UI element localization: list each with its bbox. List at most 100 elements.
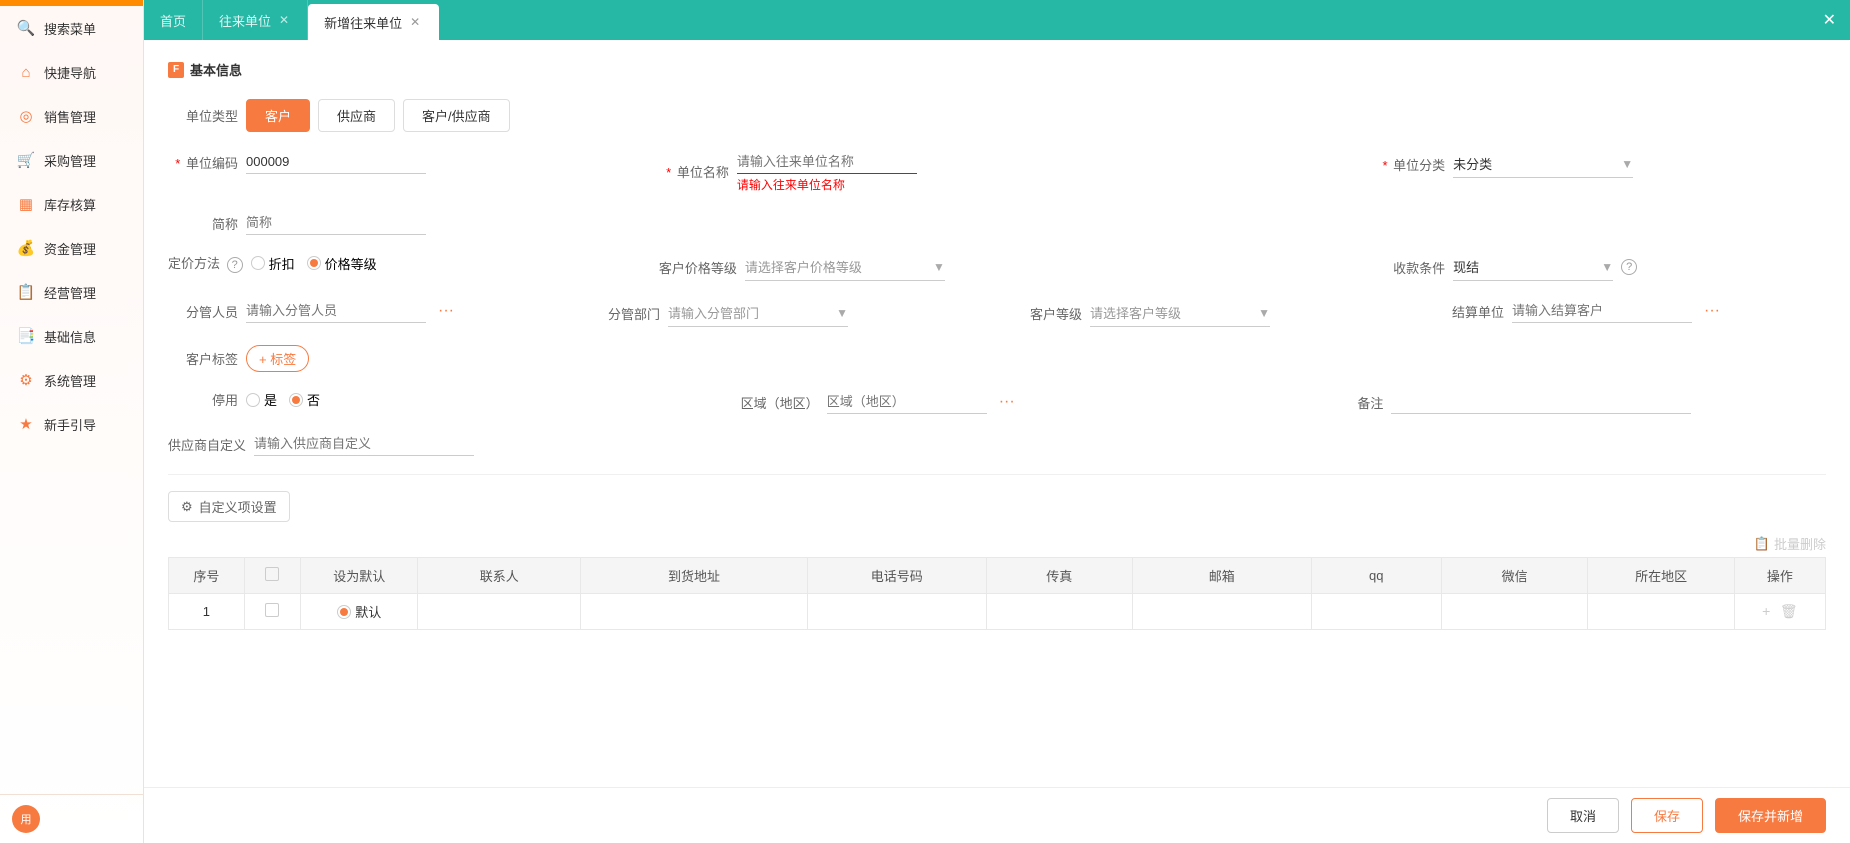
save-new-label: 保存并新增 [1738, 809, 1803, 824]
tab-home[interactable]: 首页 [144, 0, 203, 40]
manager-label: 分管人员 [168, 302, 238, 321]
radio-price-level[interactable]: 价格等级 [307, 254, 377, 273]
payment-condition-select[interactable]: 现结 ▼ [1453, 253, 1613, 281]
short-name-label: 简称 [168, 214, 238, 233]
row-region-input[interactable] [1626, 604, 1696, 619]
add-tag-button[interactable]: + 标签 [246, 345, 309, 372]
radio-inner-price-level [310, 259, 318, 267]
customer-tag-field: 客户标签 + 标签 [168, 345, 1826, 372]
sidebar-item-system[interactable]: ⚙ 系统管理 [0, 358, 143, 402]
sidebar-item-guide[interactable]: ★ 新手引导 [0, 402, 143, 446]
sidebar-item-sales[interactable]: ◎ 销售管理 [0, 94, 143, 138]
remark-input[interactable] [1391, 390, 1691, 414]
department-label: 分管部门 [590, 304, 660, 323]
type-btn-supplier[interactable]: 供应商 [318, 99, 395, 132]
wechat-input[interactable] [1480, 604, 1550, 619]
table-header-1 [244, 558, 300, 594]
unit-category-select[interactable]: 未分类 ▼ [1453, 150, 1633, 178]
type-btn-both[interactable]: 客户/供应商 [403, 99, 510, 132]
payment-help-icon[interactable]: ? [1621, 259, 1637, 275]
row-checkbox[interactable] [265, 603, 279, 617]
type-btn-customer[interactable]: 客户 [246, 99, 310, 132]
email-input[interactable] [1177, 604, 1267, 619]
unit-code-label: * 单位编码 [168, 153, 238, 172]
unit-name-input[interactable] [737, 150, 917, 174]
tab-partner[interactable]: 往来单位 ✕ [203, 0, 308, 40]
table-body: 1 默认 [169, 594, 1826, 630]
region-input[interactable] [827, 390, 987, 414]
settlement-unit-input[interactable] [1512, 299, 1692, 323]
header-checkbox[interactable] [265, 567, 279, 581]
save-new-button[interactable]: 保存并新增 [1715, 798, 1826, 833]
sidebar-item-purchase[interactable]: 🛒 采购管理 [0, 138, 143, 182]
row-checkbox-cell[interactable] [244, 594, 300, 630]
manager-input[interactable] [246, 299, 426, 323]
row-region[interactable] [1588, 594, 1734, 630]
short-name-input[interactable] [246, 211, 426, 235]
settlement-more-icon[interactable]: ··· [1700, 302, 1724, 320]
save-button[interactable]: 保存 [1631, 798, 1703, 833]
row-wechat[interactable] [1441, 594, 1587, 630]
sidebar-item-search[interactable]: 🔍 搜索菜单 [0, 6, 143, 50]
row-address[interactable] [581, 594, 808, 630]
basic-icon: 📑 [16, 326, 36, 346]
unit-code-input[interactable] [246, 150, 426, 174]
tab-new-partner[interactable]: 新增往来单位 ✕ [308, 4, 439, 40]
sidebar-item-basic[interactable]: 📑 基础信息 [0, 314, 143, 358]
chevron-down-icon3: ▼ [1601, 260, 1613, 274]
divider [168, 474, 1826, 475]
unit-category-label: * 单位分类 [1375, 155, 1445, 174]
short-name-field: 简称 [168, 211, 1826, 235]
radio-yes[interactable]: 是 [246, 390, 277, 409]
radio-no[interactable]: 否 [289, 390, 320, 409]
row-default-cell: 默认 [300, 594, 418, 630]
window-close-btn[interactable]: ✕ [1809, 0, 1850, 40]
cancel-button[interactable]: 取消 [1547, 798, 1619, 833]
batch-delete-btn[interactable]: 📋 批量删除 [168, 534, 1826, 553]
custom-settings-button[interactable]: ⚙ 自定义项设置 [168, 491, 290, 522]
sidebar-bottom: 用 [0, 794, 143, 843]
row-fax[interactable] [986, 594, 1132, 630]
row-phone[interactable] [807, 594, 986, 630]
batch-delete-icon: 📋 [1754, 536, 1770, 552]
unit-type-label: 单位类型 [168, 106, 238, 125]
purchase-icon: 🛒 [16, 150, 36, 170]
sidebar-item-quick-nav[interactable]: ⌂ 快捷导航 [0, 50, 143, 94]
table-header-8: qq [1311, 558, 1441, 594]
pricing-help-icon[interactable]: ? [227, 257, 243, 273]
avatar: 用 [12, 805, 40, 833]
close-new-partner-tab[interactable]: ✕ [408, 13, 422, 31]
sidebar-item-label-purchase: 采购管理 [44, 151, 96, 170]
department-select[interactable]: 请输入分管部门 ▼ [668, 299, 848, 327]
address-input[interactable] [634, 604, 754, 619]
row-add-icon[interactable]: + [1762, 603, 1770, 619]
row-contact[interactable] [418, 594, 581, 630]
radio-outer-no [289, 393, 303, 407]
req-star2: * [666, 165, 671, 180]
supplier-custom-input[interactable] [254, 432, 474, 456]
customer-level-select[interactable]: 请选择客户等级 ▼ [1090, 299, 1270, 327]
contact-input[interactable] [459, 604, 539, 619]
table-header-3: 联系人 [418, 558, 581, 594]
customer-level-label: 客户等级 [1012, 304, 1082, 323]
qq-input[interactable] [1346, 604, 1406, 619]
table-header-11: 操作 [1734, 558, 1825, 594]
radio-discount[interactable]: 折扣 [251, 254, 295, 273]
close-partner-tab[interactable]: ✕ [277, 11, 291, 29]
row-default-radio[interactable]: 默认 [311, 602, 408, 621]
customer-price-level-select[interactable]: 请选择客户价格等级 ▼ [745, 253, 945, 281]
region-field: 区域（地区） ··· [741, 390, 1254, 414]
row-qq[interactable] [1311, 594, 1441, 630]
manager-more-icon[interactable]: ··· [434, 302, 458, 320]
sidebar-item-inventory[interactable]: ▦ 库存核算 [0, 182, 143, 226]
radio-inner-default [340, 608, 348, 616]
fax-input[interactable] [1024, 604, 1094, 619]
phone-input[interactable] [852, 604, 942, 619]
supplier-custom-label: 供应商自定义 [168, 435, 246, 454]
table-header-0: 序号 [169, 558, 245, 594]
sidebar-item-operations[interactable]: 📋 经营管理 [0, 270, 143, 314]
region-more-icon[interactable]: ··· [995, 393, 1019, 411]
row-email[interactable] [1132, 594, 1311, 630]
sidebar-item-finance[interactable]: 💰 资金管理 [0, 226, 143, 270]
row-delete-icon[interactable]: 🗑 [1780, 603, 1798, 619]
